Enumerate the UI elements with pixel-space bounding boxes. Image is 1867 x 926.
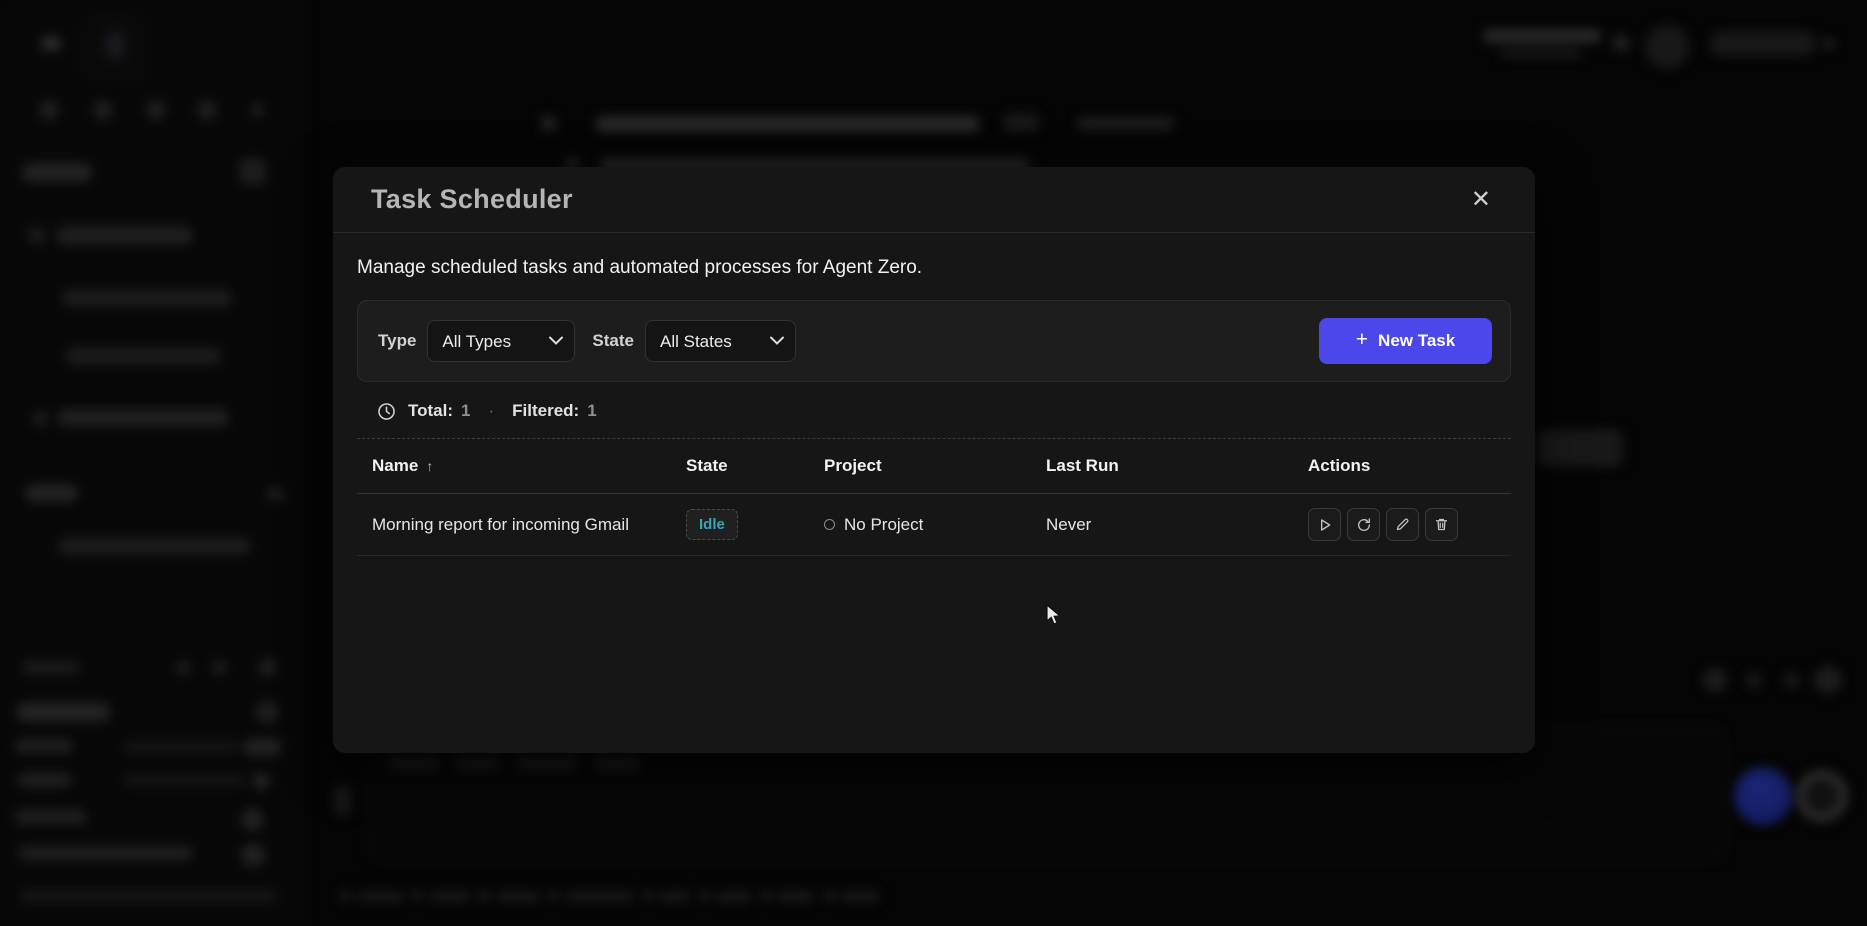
trash-icon	[1434, 517, 1449, 532]
stats-separator: ·	[488, 401, 494, 421]
play-icon	[1317, 517, 1333, 533]
new-task-label: New Task	[1378, 331, 1455, 351]
task-lastrun-cell: Never	[1046, 515, 1308, 535]
task-state-cell: Idle	[686, 509, 824, 540]
name-column-label: Name	[372, 456, 418, 476]
run-task-button[interactable]	[1308, 508, 1341, 541]
column-header-lastrun[interactable]: Last Run	[1046, 456, 1308, 476]
status-badge: Idle	[686, 509, 738, 540]
table-row[interactable]: Morning report for incoming Gmail Idle N…	[357, 494, 1511, 556]
edit-icon	[1395, 517, 1410, 532]
stats-row: Total: 1 · Filtered: 1	[357, 382, 1511, 439]
column-header-actions: Actions	[1308, 456, 1511, 476]
reload-task-button[interactable]	[1347, 508, 1380, 541]
app-root: Task Scheduler ✕ Manage scheduled tasks …	[0, 0, 1867, 926]
sort-arrow-icon: ↑	[426, 458, 433, 474]
filtered-label: Filtered:	[512, 401, 579, 421]
modal-title: Task Scheduler	[371, 184, 573, 215]
state-filter-wrap: All States	[645, 320, 796, 362]
tasks-table: Name ↑ State Project Last Run Actions Mo…	[357, 439, 1511, 556]
state-filter-select[interactable]: All States	[645, 320, 796, 362]
column-header-project[interactable]: Project	[824, 456, 1046, 476]
column-header-state[interactable]: State	[686, 456, 824, 476]
modal-description: Manage scheduled tasks and automated pro…	[357, 257, 1511, 279]
reload-icon	[1356, 517, 1372, 533]
edit-task-button[interactable]	[1386, 508, 1419, 541]
type-filter-wrap: All Types	[427, 320, 575, 362]
table-header: Name ↑ State Project Last Run Actions	[357, 439, 1511, 494]
state-filter-label: State	[592, 331, 634, 351]
total-label: Total:	[408, 401, 453, 421]
delete-task-button[interactable]	[1425, 508, 1458, 541]
type-filter-label: Type	[378, 331, 416, 351]
task-project-cell: No Project	[824, 515, 1046, 535]
new-task-button[interactable]: + New Task	[1319, 318, 1492, 364]
task-name: Morning report for incoming Gmail	[372, 515, 629, 535]
clock-icon	[377, 402, 396, 421]
task-actions-cell	[1308, 508, 1511, 541]
project-name: No Project	[844, 515, 923, 535]
type-filter-select[interactable]: All Types	[427, 320, 575, 362]
mouse-cursor	[1045, 604, 1065, 631]
filter-bar: Type All Types State All States +	[357, 300, 1511, 382]
task-name-cell: Morning report for incoming Gmail	[357, 515, 686, 535]
project-circle-icon	[824, 519, 835, 530]
column-header-name[interactable]: Name ↑	[357, 456, 686, 476]
total-value: 1	[461, 401, 470, 421]
task-scheduler-modal: Task Scheduler ✕ Manage scheduled tasks …	[333, 167, 1535, 753]
modal-header: Task Scheduler ✕	[333, 167, 1535, 233]
plus-icon: +	[1356, 328, 1368, 352]
close-icon[interactable]: ✕	[1467, 184, 1495, 216]
filtered-value: 1	[587, 401, 596, 421]
